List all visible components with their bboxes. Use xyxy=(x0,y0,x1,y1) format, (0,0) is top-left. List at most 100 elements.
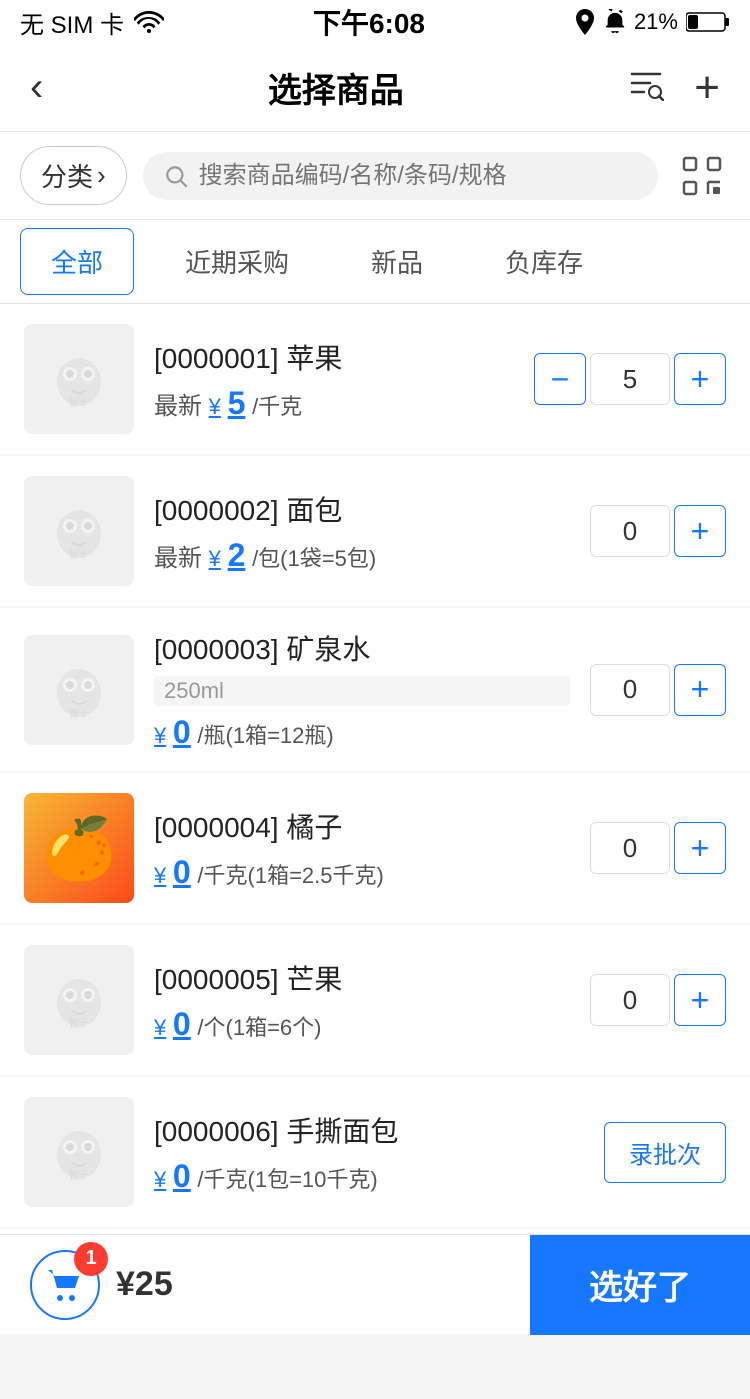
price-unit: /个(1箱=6个) xyxy=(197,1015,321,1040)
quantity-input[interactable] xyxy=(590,664,670,716)
status-left: 无 SIM 卡 xyxy=(20,5,164,40)
category-button[interactable]: 分类 › xyxy=(20,146,127,205)
add-button[interactable]: + xyxy=(694,63,720,113)
price-label: 最新 xyxy=(154,545,209,572)
owl-logo-icon: 智十 xyxy=(44,1117,114,1187)
product-info: [0000004] 橘子 ¥ 0 /千克(1箱=2.5千克) xyxy=(154,806,570,891)
quantity-control: − + xyxy=(534,353,726,405)
currency-icon: ¥ xyxy=(154,723,166,748)
svg-text:智十: 智十 xyxy=(69,396,89,409)
search-icon xyxy=(163,162,189,190)
product-price: 最新 ¥ 5 /千克 xyxy=(154,385,514,422)
quantity-control: + xyxy=(590,505,726,557)
product-item: 智十 [0000006] 手撕面包 ¥ 0 /千克(1包=10千克) 录批次 xyxy=(0,1077,750,1227)
increase-button[interactable]: + xyxy=(674,822,726,874)
product-price: ¥ 0 /个(1箱=6个) xyxy=(154,1006,570,1043)
quantity-input[interactable] xyxy=(590,974,670,1026)
owl-logo-icon: 智十 xyxy=(44,344,114,414)
status-time: 下午6:08 xyxy=(313,2,425,42)
svg-text:智十: 智十 xyxy=(69,707,89,720)
price-amount: 2 xyxy=(228,537,246,573)
quantity-input[interactable] xyxy=(590,505,670,557)
owl-logo-icon: 智十 xyxy=(44,655,114,725)
nav-icons: + xyxy=(628,63,720,113)
cart-total: ¥25 xyxy=(116,1265,173,1304)
svg-text:智十: 智十 xyxy=(69,548,89,561)
tab-all[interactable]: 全部 xyxy=(20,228,134,295)
confirm-button[interactable]: 选好了 xyxy=(530,1235,750,1335)
increase-button[interactable]: + xyxy=(674,353,726,405)
product-thumbnail: 智十 xyxy=(24,945,134,1055)
cart-button[interactable]: 1 xyxy=(30,1250,100,1320)
quantity-input[interactable] xyxy=(590,822,670,874)
scan-icon xyxy=(680,154,724,198)
price-unit: /包(1袋=5包) xyxy=(252,546,376,571)
product-name: [0000001] 苹果 xyxy=(154,337,514,377)
currency-icon: ¥ xyxy=(154,863,166,888)
quantity-control: + xyxy=(590,664,726,716)
product-price: ¥ 0 /瓶(1箱=12瓶) xyxy=(154,714,570,751)
battery-icon xyxy=(686,11,730,33)
filter-button[interactable] xyxy=(628,65,664,110)
increase-button[interactable]: + xyxy=(674,505,726,557)
product-item: 智十 [0000005] 芒果 ¥ 0 /个(1箱=6个) + xyxy=(0,925,750,1075)
wifi-icon xyxy=(134,11,164,33)
product-item: 智十 [0000001] 苹果 最新 ¥ 5 /千克 − + xyxy=(0,304,750,454)
price-amount: 5 xyxy=(228,385,246,421)
filter-bar: 分类 › xyxy=(0,132,750,220)
tab-recent[interactable]: 近期采购 xyxy=(154,228,320,295)
product-name: [0000005] 芒果 xyxy=(154,958,570,998)
currency-icon: ¥ xyxy=(209,394,221,419)
product-info: [0000006] 手撕面包 ¥ 0 /千克(1包=10千克) xyxy=(154,1110,584,1195)
product-item: 智十 [0000002] 面包 最新 ¥ 2 /包(1袋=5包) + xyxy=(0,456,750,606)
quantity-input[interactable] xyxy=(590,353,670,405)
product-info: [0000005] 芒果 ¥ 0 /个(1箱=6个) xyxy=(154,958,570,1043)
product-thumbnail: 智十 xyxy=(24,324,134,434)
cart-section: 1 ¥25 xyxy=(0,1250,530,1320)
increase-button[interactable]: + xyxy=(674,664,726,716)
status-bar: 无 SIM 卡 下午6:08 21% xyxy=(0,0,750,44)
price-amount: 0 xyxy=(173,854,191,890)
tab-negative[interactable]: 负库存 xyxy=(474,228,614,295)
battery-percent: 21% xyxy=(634,9,678,35)
product-price: ¥ 0 /千克(1包=10千克) xyxy=(154,1158,584,1195)
chevron-right-icon: › xyxy=(97,160,106,191)
currency-icon: ¥ xyxy=(209,546,221,571)
product-price: 最新 ¥ 2 /包(1袋=5包) xyxy=(154,537,570,574)
quantity-control: 录批次 xyxy=(604,1122,726,1183)
product-name: [0000004] 橘子 xyxy=(154,806,570,846)
tab-new[interactable]: 新品 xyxy=(340,228,454,295)
sim-status: 无 SIM 卡 xyxy=(20,5,124,40)
product-name: [0000006] 手撕面包 xyxy=(154,1110,584,1150)
product-spec: 250ml xyxy=(154,676,570,706)
product-thumbnail: 智十 xyxy=(24,635,134,745)
quantity-control: + xyxy=(590,822,726,874)
status-right: 21% xyxy=(574,9,730,35)
svg-text:智十: 智十 xyxy=(69,1017,89,1030)
price-unit: /千克(1箱=2.5千克) xyxy=(197,863,383,888)
price-amount: 0 xyxy=(173,1006,191,1042)
decrease-button[interactable]: − xyxy=(534,353,586,405)
price-unit: /瓶(1箱=12瓶) xyxy=(197,723,333,748)
location-icon xyxy=(574,9,596,35)
back-button[interactable]: ‹ xyxy=(30,65,43,110)
page-title: 选择商品 xyxy=(268,63,404,112)
cart-icon xyxy=(46,1268,84,1302)
product-info: [0000003] 矿泉水 250ml ¥ 0 /瓶(1箱=12瓶) xyxy=(154,628,570,751)
category-label: 分类 xyxy=(41,157,93,194)
batch-button[interactable]: 录批次 xyxy=(604,1122,726,1183)
scan-button[interactable] xyxy=(674,148,730,204)
currency-icon: ¥ xyxy=(154,1167,166,1192)
price-amount: 0 xyxy=(173,714,191,750)
quantity-control: + xyxy=(590,974,726,1026)
product-thumbnail: 智十 xyxy=(24,1097,134,1207)
increase-button[interactable]: + xyxy=(674,974,726,1026)
filter-icon xyxy=(628,65,664,101)
search-input[interactable] xyxy=(199,162,638,190)
price-unit: /千克 xyxy=(252,394,302,419)
alarm-icon xyxy=(604,9,626,35)
product-name: [0000002] 面包 xyxy=(154,489,570,529)
product-name: [0000003] 矿泉水 xyxy=(154,628,570,668)
product-item: 智十 [0000003] 矿泉水 250ml ¥ 0 /瓶(1箱=12瓶) + xyxy=(0,608,750,771)
currency-icon: ¥ xyxy=(154,1015,166,1040)
